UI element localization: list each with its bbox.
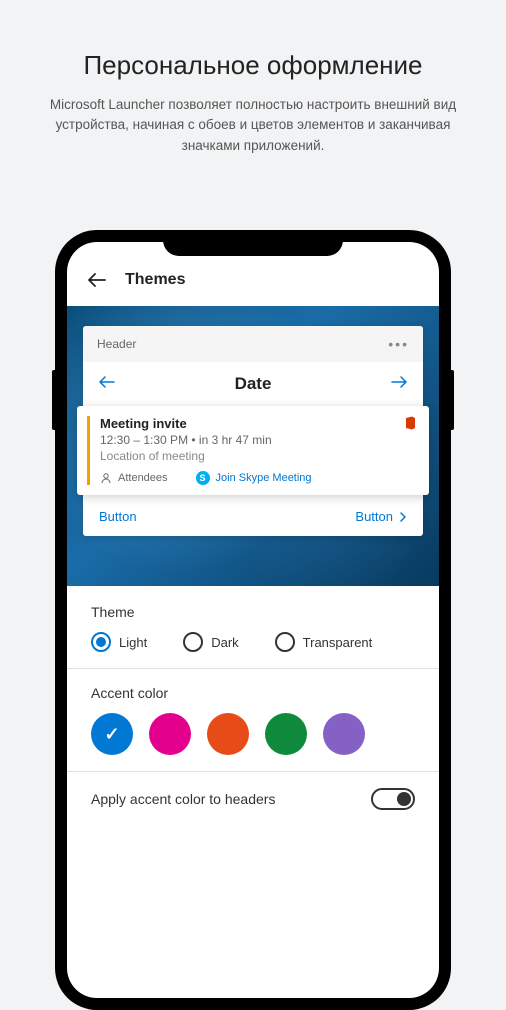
meeting-accent-bar [87,416,90,485]
color-swatch-pink[interactable] [149,713,191,755]
card-header: Header ••• [83,326,423,362]
phone-button-left [52,370,55,430]
settings-panel: Theme Light Dark Transparent Accent colo… [67,586,439,828]
divider [67,668,439,669]
meeting-title: Meeting invite [100,416,415,431]
radio-icon [91,632,111,652]
page-header: Персональное оформление Microsoft Launch… [0,0,506,180]
radio-icon [183,632,203,652]
meeting-actions: Attendees S Join Skype Meeting [100,471,415,485]
date-prev-button[interactable] [99,375,115,393]
date-label: Date [235,374,272,394]
color-swatch-orange[interactable] [207,713,249,755]
attendees-link[interactable]: Attendees [100,472,168,484]
arrow-right-icon [391,376,407,388]
arrow-left-icon [99,376,115,388]
button-row: Button Button [83,495,423,536]
color-swatches [91,713,415,755]
page-description: Microsoft Launcher позволяет полностью н… [30,95,476,156]
app-title: Themes [125,271,185,289]
page-title: Персональное оформление [30,50,476,81]
apply-toggle[interactable] [371,788,415,810]
divider [67,771,439,772]
phone-notch [163,230,343,256]
radio-dark[interactable]: Dark [183,632,238,652]
card-header-label: Header [97,337,136,351]
phone-button-right [451,370,454,430]
preview-card: Header ••• Date Meeting invite [83,326,423,536]
skype-link[interactable]: S Join Skype Meeting [196,471,312,485]
accent-label: Accent color [91,685,415,701]
color-swatch-purple[interactable] [323,713,365,755]
date-next-button[interactable] [391,375,407,393]
meeting-card[interactable]: Meeting invite 12:30 – 1:30 PM • in 3 hr… [77,406,429,495]
skype-label: Join Skype Meeting [216,472,312,484]
theme-radio-group: Light Dark Transparent [91,632,415,652]
meeting-time: 12:30 – 1:30 PM • in 3 hr 47 min [100,433,415,447]
phone-screen: Themes Header ••• Date [67,242,439,998]
chevron-right-icon [399,512,407,522]
person-icon [100,472,112,484]
back-button[interactable] [87,270,107,290]
radio-icon [275,632,295,652]
apply-toggle-row: Apply accent color to headers [91,788,415,810]
meeting-location: Location of meeting [100,449,415,463]
back-arrow-icon [88,273,106,287]
color-swatch-blue[interactable] [91,713,133,755]
attendees-label: Attendees [118,472,168,484]
color-swatch-green[interactable] [265,713,307,755]
wallpaper-preview: Header ••• Date Meeting invite [67,306,439,586]
office-icon [403,416,417,430]
radio-transparent[interactable]: Transparent [275,632,373,652]
date-row: Date [83,362,423,406]
theme-label: Theme [91,604,415,620]
button-left[interactable]: Button [99,509,137,524]
meeting-content: Meeting invite 12:30 – 1:30 PM • in 3 hr… [100,416,415,485]
apply-label: Apply accent color to headers [91,791,275,807]
phone-frame: Themes Header ••• Date [55,230,451,1010]
skype-icon: S [196,471,210,485]
radio-light[interactable]: Light [91,632,147,652]
button-right[interactable]: Button [355,509,407,524]
more-icon[interactable]: ••• [388,336,409,352]
